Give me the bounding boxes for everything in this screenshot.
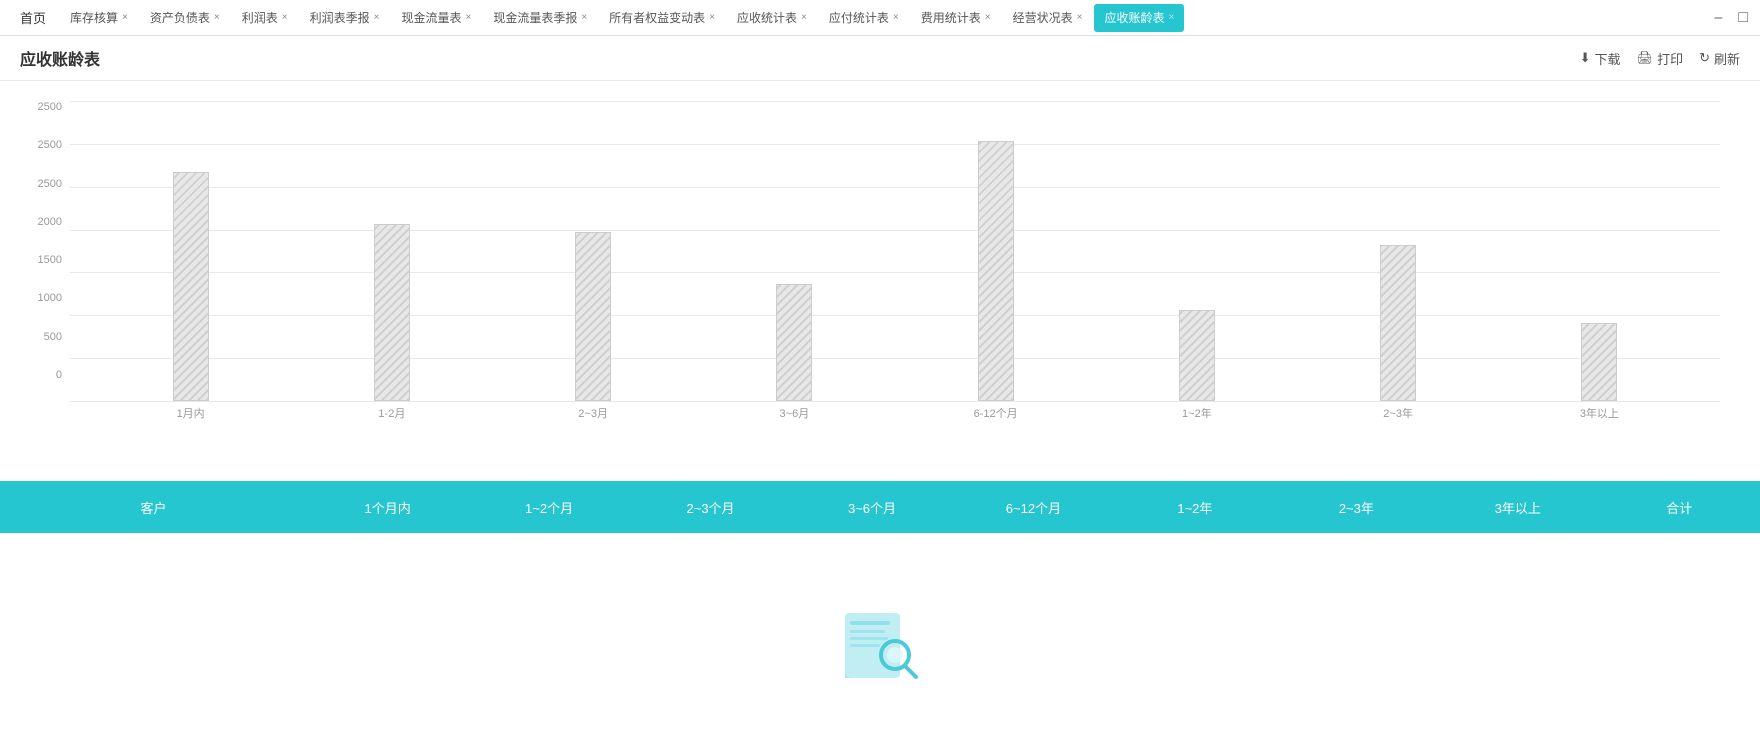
bar-group-1	[374, 224, 410, 401]
tab-bar: 首页 库存核算 × 资产负债表 × 利润表 × 利润表季报 × 现金流量表 × …	[0, 0, 1760, 36]
tab-ar-aging[interactable]: 应收账龄表 ×	[1094, 4, 1184, 32]
refresh-button[interactable]: ↻ 刷新	[1699, 49, 1740, 68]
print-button[interactable]: 🖨 打印	[1637, 49, 1684, 68]
th-cell-5: 6~12个月	[953, 498, 1114, 517]
main-content: 2500 2500 2500 2000 1500 1000 500 0	[0, 81, 1760, 733]
chart-area: 2500 2500 2500 2000 1500 1000 500 0	[0, 81, 1760, 481]
empty-icon	[830, 593, 930, 693]
th-cell-6: 1~2年	[1114, 498, 1275, 517]
tab-balance[interactable]: 资产负债表 ×	[140, 4, 230, 32]
download-icon: ⬇	[1580, 50, 1591, 66]
tab-inventory[interactable]: 库存核算 ×	[60, 4, 138, 32]
tab-operations[interactable]: 经营状况表 ×	[1003, 4, 1093, 32]
bar-7	[1581, 323, 1617, 401]
bar-group-0	[173, 172, 209, 401]
x-label-3: 3~6月	[764, 405, 824, 421]
empty-state	[0, 533, 1760, 733]
table-header: 客户1个月内1~2个月2~3个月3~6个月6~12个月1~2年2~3年3年以上合…	[0, 481, 1760, 533]
close-balance-icon[interactable]: ×	[214, 12, 220, 23]
x-label-5: 1~2年	[1167, 405, 1227, 421]
grid-line-8	[70, 401, 1720, 402]
x-label-6: 2~3年	[1368, 405, 1428, 421]
bar-group-5	[1179, 310, 1215, 401]
x-label-2: 2~3月	[563, 405, 623, 421]
close-expense-stats-icon[interactable]: ×	[985, 12, 991, 23]
bar-group-4	[978, 141, 1014, 401]
close-equity-icon[interactable]: ×	[709, 12, 715, 23]
bar-3	[776, 284, 812, 401]
chart-container: 2500 2500 2500 2000 1500 1000 500 0	[20, 101, 1720, 441]
bars-row	[70, 101, 1720, 401]
bar-group-3	[776, 284, 812, 401]
bar-group-2	[575, 232, 611, 401]
refresh-icon: ↻	[1699, 50, 1710, 66]
tab-cashflow-quarterly[interactable]: 现金流量表季报 ×	[483, 4, 597, 32]
tab-bar-actions: ⎯ □	[1710, 9, 1752, 27]
tab-ar-stats[interactable]: 应收统计表 ×	[727, 4, 817, 32]
y-label-2500a: 2500	[38, 101, 62, 113]
tab-expense-stats[interactable]: 费用统计表 ×	[911, 4, 1001, 32]
y-label-2500c: 2500	[38, 178, 62, 190]
bar-group-6	[1380, 245, 1416, 401]
x-labels: 1月内 1-2月 2~3月 3~6月 6-12个月 1~2年 2~3年 3年以上	[70, 405, 1720, 421]
chart-inner: 1月内 1-2月 2~3月 3~6月 6-12个月 1~2年 2~3年 3年以上	[70, 101, 1720, 421]
th-cell-3: 2~3个月	[630, 498, 791, 517]
bar-1	[374, 224, 410, 401]
bar-group-7	[1581, 323, 1617, 401]
x-label-0: 1月内	[161, 405, 221, 421]
page-actions: ⬇ 下载 🖨 打印 ↻ 刷新	[1580, 49, 1740, 68]
close-ap-stats-icon[interactable]: ×	[893, 12, 899, 23]
print-icon: 🖨	[1637, 50, 1654, 66]
bar-5	[1179, 310, 1215, 401]
close-inventory-icon[interactable]: ×	[122, 12, 128, 23]
bar-2	[575, 232, 611, 401]
x-label-1: 1-2月	[362, 405, 422, 421]
y-label-2000: 2000	[38, 216, 62, 228]
close-cashflow-quarterly-icon[interactable]: ×	[581, 12, 587, 23]
x-label-7: 3年以上	[1569, 405, 1629, 421]
th-cell-0: 客户	[0, 498, 307, 517]
th-cell-4: 3~6个月	[791, 498, 952, 517]
close-operations-icon[interactable]: ×	[1077, 12, 1083, 23]
close-profit-icon[interactable]: ×	[282, 12, 288, 23]
download-button[interactable]: ⬇ 下载	[1580, 49, 1621, 68]
tab-home[interactable]: 首页	[8, 8, 58, 27]
tab-cashflow[interactable]: 现金流量表 ×	[391, 4, 481, 32]
th-cell-2: 1~2个月	[468, 498, 629, 517]
close-cashflow-icon[interactable]: ×	[465, 12, 471, 23]
th-cell-1: 1个月内	[307, 498, 468, 517]
close-ar-aging-icon[interactable]: ×	[1168, 12, 1174, 23]
tab-profit[interactable]: 利润表 ×	[232, 4, 298, 32]
y-label-0: 0	[56, 369, 62, 381]
th-cell-8: 3年以上	[1437, 498, 1598, 517]
y-label-1000: 1000	[38, 292, 62, 304]
tab-ap-stats[interactable]: 应付统计表 ×	[819, 4, 909, 32]
y-axis: 2500 2500 2500 2000 1500 1000 500 0	[20, 101, 70, 401]
y-label-500: 500	[44, 331, 62, 343]
minimize-icon[interactable]: ⎯	[1710, 9, 1726, 27]
th-cell-7: 2~3年	[1276, 498, 1437, 517]
y-label-1500: 1500	[38, 254, 62, 266]
tab-profit-quarterly[interactable]: 利润表季报 ×	[300, 4, 390, 32]
bar-4	[978, 141, 1014, 401]
bar-6	[1380, 245, 1416, 401]
th-cell-9: 合计	[1599, 498, 1760, 517]
close-ar-stats-icon[interactable]: ×	[801, 12, 807, 23]
tab-equity[interactable]: 所有者权益变动表 ×	[599, 4, 725, 32]
page-header: 应收账龄表 ⬇ 下载 🖨 打印 ↻ 刷新	[0, 36, 1760, 81]
close-profit-quarterly-icon[interactable]: ×	[374, 12, 380, 23]
maximize-icon[interactable]: □	[1734, 9, 1752, 27]
page-title: 应收账龄表	[20, 46, 100, 70]
x-label-4: 6-12个月	[966, 405, 1026, 421]
bar-0	[173, 172, 209, 401]
y-label-2500b: 2500	[38, 139, 62, 151]
